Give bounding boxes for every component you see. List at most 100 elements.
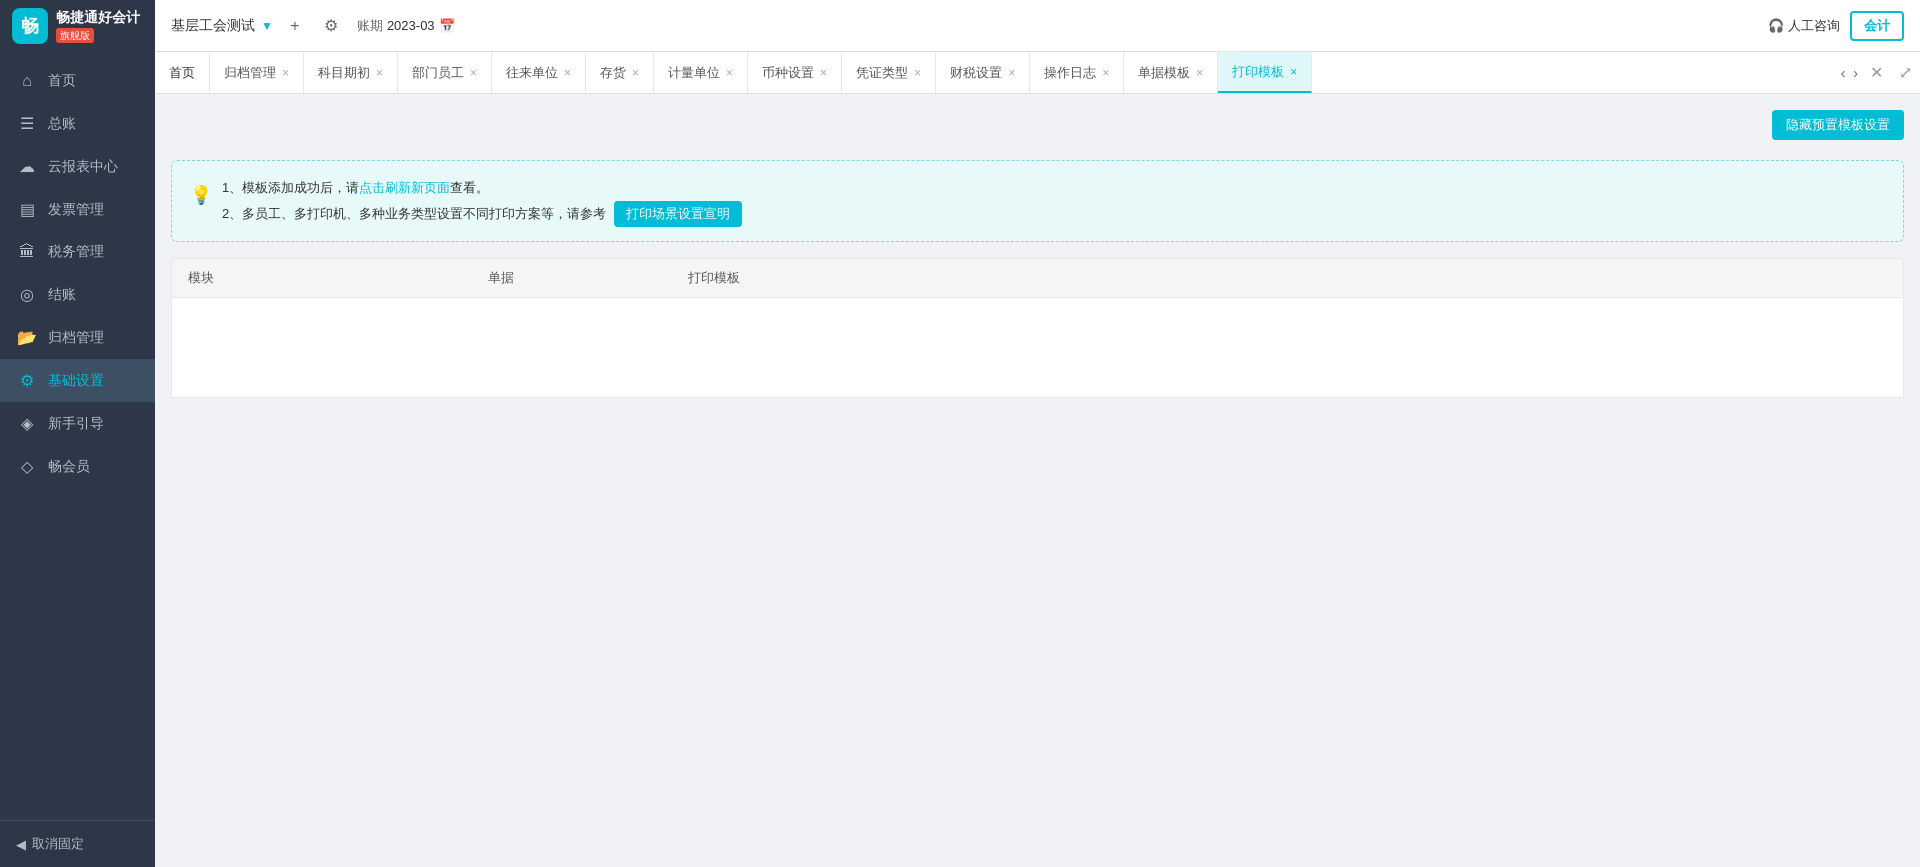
sidebar-label-ledger: 总账: [48, 115, 76, 133]
tab-voucher-close-icon[interactable]: ×: [914, 67, 921, 79]
notice-content: 1、模板添加成功后，请点击刷新新页面查看。 2、多员工、多打印机、多种业务类型设…: [222, 175, 742, 227]
tab-list: 首页 归档管理 × 科目期初 × 部门员工 × 往来单位 × 存货 ×: [155, 52, 1837, 93]
tab-home[interactable]: 首页: [155, 52, 210, 93]
tab-archive-close-icon[interactable]: ×: [282, 67, 289, 79]
tab-currency-label: 币种设置: [762, 64, 814, 82]
period-label: 账期: [357, 17, 383, 35]
headset-icon: 🎧: [1768, 18, 1784, 33]
info-notice: 💡 1、模板添加成功后，请点击刷新新页面查看。 2、多员工、多打印机、多种业务类…: [171, 160, 1904, 242]
sidebar-item-guide[interactable]: ◈ 新手引导: [0, 402, 155, 445]
settings-button[interactable]: ⚙: [317, 12, 345, 40]
tab-inventory-close-icon[interactable]: ×: [632, 67, 639, 79]
tab-dept-staff-label: 部门员工: [412, 64, 464, 82]
invoice-icon: ▤: [16, 200, 38, 219]
tab-log-close-icon[interactable]: ×: [1102, 67, 1109, 79]
notice-line1: 1、模板添加成功后，请点击刷新新页面查看。: [222, 175, 742, 201]
col-template-header: 打印模板: [672, 269, 1903, 287]
tab-unit-close-icon[interactable]: ×: [726, 67, 733, 79]
notice-line1-suffix: 查看。: [450, 180, 489, 195]
tab-print-template[interactable]: 打印模板 ×: [1218, 52, 1312, 93]
tab-currency[interactable]: 币种设置 ×: [748, 52, 842, 93]
tab-expand-button[interactable]: ⤢: [1891, 63, 1920, 82]
tab-log-label: 操作日志: [1044, 64, 1096, 82]
scene-btn[interactable]: 打印场景设置宣明: [614, 201, 742, 227]
sidebar-item-basic-settings[interactable]: ⚙ 基础设置: [0, 359, 155, 402]
add-icon: +: [290, 17, 299, 35]
sidebar-item-archive[interactable]: 📂 归档管理: [0, 316, 155, 359]
tab-dept-close-icon[interactable]: ×: [470, 67, 477, 79]
tab-print-close-icon[interactable]: ×: [1290, 66, 1297, 78]
tab-subjects-init[interactable]: 科目期初 ×: [304, 52, 398, 93]
tab-unit-label: 计量单位: [668, 64, 720, 82]
sidebar-item-invoice[interactable]: ▤ 发票管理: [0, 188, 155, 231]
tab-prev-button[interactable]: ‹: [1837, 52, 1850, 93]
sidebar-label-checkout: 结账: [48, 286, 76, 304]
tab-operation-log[interactable]: 操作日志 ×: [1030, 52, 1124, 93]
topbar-actions: + ⚙: [281, 12, 345, 40]
notice-line1-prefix: 1、模板添加成功后，请: [222, 180, 359, 195]
tab-single-doc[interactable]: 单据模板 ×: [1124, 52, 1218, 93]
tab-tax-close-icon[interactable]: ×: [1008, 67, 1015, 79]
sidebar-item-member[interactable]: ◇ 畅会员: [0, 445, 155, 488]
tab-print-label: 打印模板: [1232, 63, 1284, 81]
checkout-icon: ◎: [16, 285, 38, 304]
sidebar: 畅 畅捷通好会计 旗舰版 ⌂ 首页 ☰ 总账 ☁ 云报表中心 ▤ 发票管理 🏛 …: [0, 0, 155, 867]
tab-voucher-label: 凭证类型: [856, 64, 908, 82]
guide-icon: ◈: [16, 414, 38, 433]
tab-tax-settings[interactable]: 财税设置 ×: [936, 52, 1030, 93]
tab-subjects-init-label: 科目期初: [318, 64, 370, 82]
tab-unit[interactable]: 计量单位 ×: [654, 52, 748, 93]
tab-archive-mgmt[interactable]: 归档管理 ×: [210, 52, 304, 93]
sidebar-navigation: ⌂ 首页 ☰ 总账 ☁ 云报表中心 ▤ 发票管理 🏛 税务管理 ◎ 结账 📂 归…: [0, 52, 155, 820]
tab-suppliers-close-icon[interactable]: ×: [564, 67, 571, 79]
org-selector[interactable]: 基层工会测试 ▼: [171, 17, 273, 35]
sidebar-label-invoice: 发票管理: [48, 201, 104, 219]
sidebar-item-home[interactable]: ⌂ 首页: [0, 60, 155, 102]
unpin-label: 取消固定: [32, 835, 84, 853]
service-label: 人工咨询: [1788, 17, 1840, 35]
sidebar-item-checkout[interactable]: ◎ 结账: [0, 273, 155, 316]
hide-preview-btn[interactable]: 隐藏预置模板设置: [1772, 110, 1904, 140]
sidebar-item-ledger[interactable]: ☰ 总账: [0, 102, 155, 145]
tab-next-button[interactable]: ›: [1849, 52, 1862, 93]
tab-currency-close-icon[interactable]: ×: [820, 67, 827, 79]
sidebar-label-guide: 新手引导: [48, 415, 104, 433]
tab-singledoc-close-icon[interactable]: ×: [1196, 67, 1203, 79]
tax-icon: 🏛: [16, 243, 38, 261]
tab-inventory[interactable]: 存货 ×: [586, 52, 654, 93]
sidebar-item-tax[interactable]: 🏛 税务管理: [0, 231, 155, 273]
account-button[interactable]: 会计: [1850, 11, 1904, 41]
logo-icon: 畅: [12, 8, 48, 44]
main-area: 基层工会测试 ▼ + ⚙ 账期 2023-03 📅 🎧 人工咨询 会计: [155, 0, 1920, 867]
gear-icon: ⚙: [324, 16, 338, 35]
sidebar-item-cloud-reports[interactable]: ☁ 云报表中心: [0, 145, 155, 188]
period-value: 2023-03: [387, 18, 435, 33]
tab-close-all-button[interactable]: ✕: [1862, 63, 1891, 82]
tab-archive-mgmt-label: 归档管理: [224, 64, 276, 82]
settings-icon: ⚙: [16, 371, 38, 390]
cloud-icon: ☁: [16, 157, 38, 176]
archive-icon: 📂: [16, 328, 38, 347]
tab-suppliers[interactable]: 往来单位 ×: [492, 52, 586, 93]
unpin-button[interactable]: ◀ 取消固定: [0, 820, 155, 867]
tab-dept-staff[interactable]: 部门员工 ×: [398, 52, 492, 93]
customer-service-button[interactable]: 🎧 人工咨询: [1768, 17, 1840, 35]
top-bar: 基层工会测试 ▼ + ⚙ 账期 2023-03 📅 🎧 人工咨询 会计: [155, 0, 1920, 52]
tab-inventory-label: 存货: [600, 64, 626, 82]
org-name: 基层工会测试: [171, 17, 255, 35]
org-dropdown-icon: ▼: [261, 19, 273, 33]
member-icon: ◇: [16, 457, 38, 476]
home-icon: ⌂: [16, 72, 38, 90]
tab-voucher-type[interactable]: 凭证类型 ×: [842, 52, 936, 93]
content-area: 隐藏预置模板设置 💡 1、模板添加成功后，请点击刷新新页面查看。 2、多员工、多…: [155, 94, 1920, 867]
notice-line1-link[interactable]: 点击刷新新页面: [359, 180, 450, 195]
notice-line2: 2、多员工、多打印机、多种业务类型设置不同打印方案等，请参考 打印场景设置宣明: [222, 201, 742, 227]
sidebar-label-cloud-reports: 云报表中心: [48, 158, 118, 176]
col-module-header: 模块: [172, 269, 472, 287]
sidebar-label-member: 畅会员: [48, 458, 90, 476]
logo-badge: 旗舰版: [56, 28, 94, 43]
sidebar-label-basic-settings: 基础设置: [48, 372, 104, 390]
calendar-icon[interactable]: 📅: [439, 18, 455, 33]
tab-subjects-close-icon[interactable]: ×: [376, 67, 383, 79]
add-org-button[interactable]: +: [281, 12, 309, 40]
